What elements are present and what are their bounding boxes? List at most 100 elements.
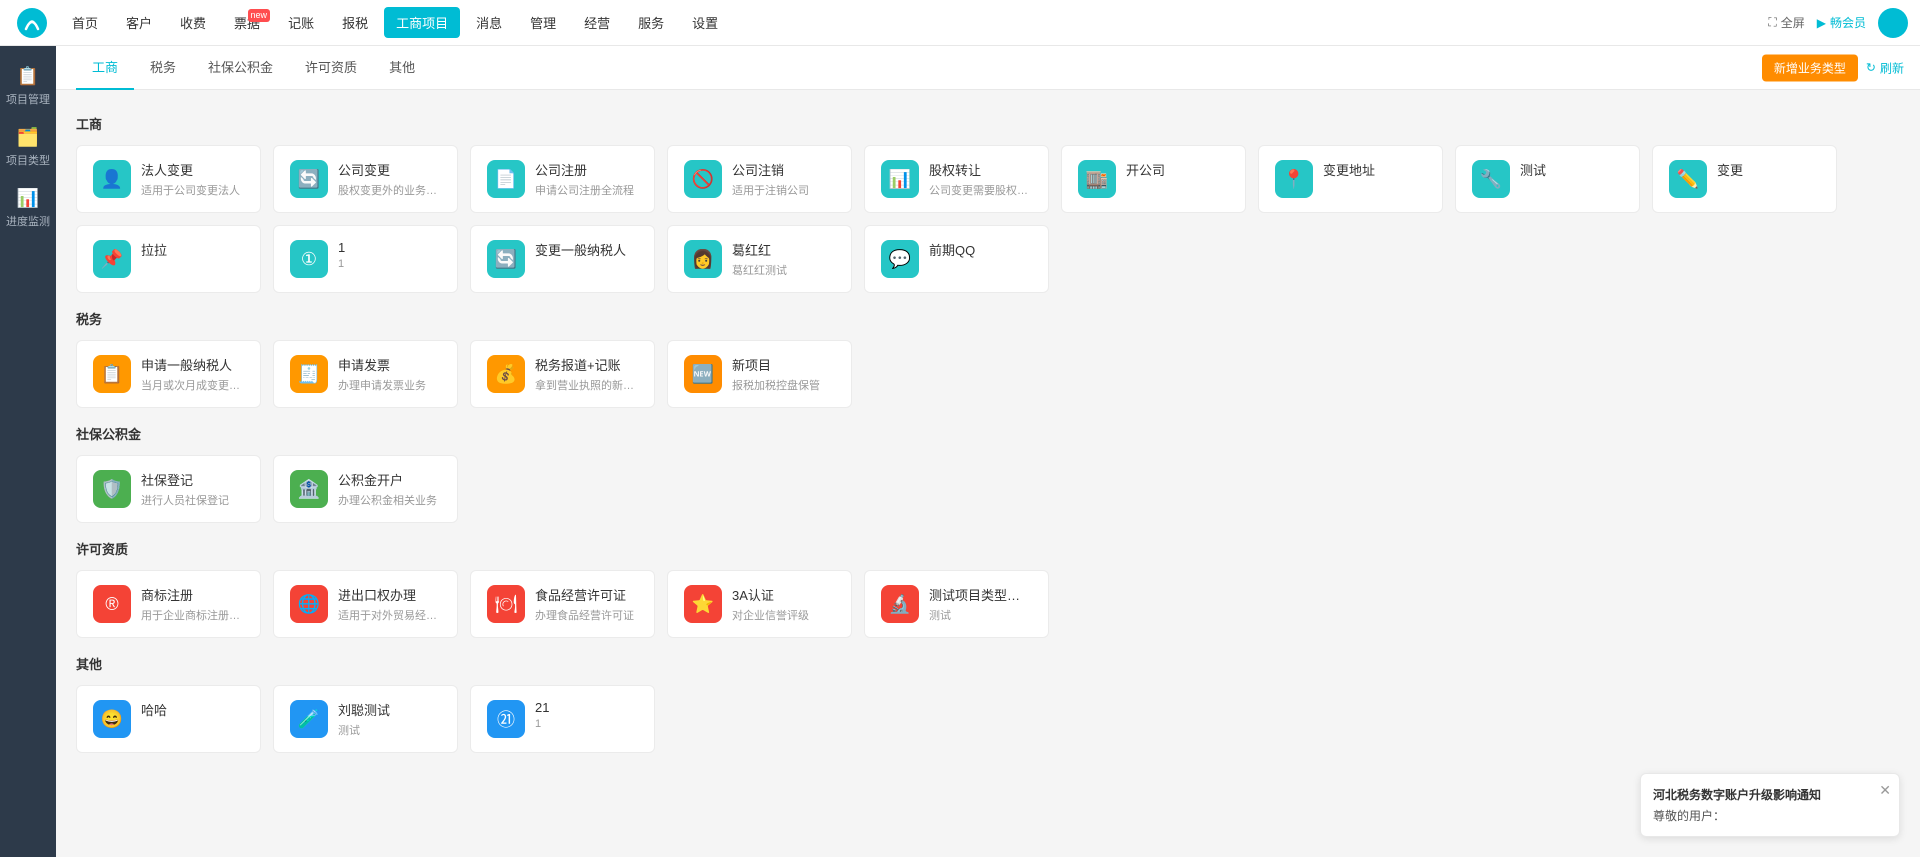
card-item[interactable]: 💰 税务报道+记账 拿到营业执照的新公司 xyxy=(470,340,655,408)
tab-other[interactable]: 其他 xyxy=(373,45,431,90)
section-title-gongshang: 工商 xyxy=(76,114,1900,133)
card-item[interactable]: ✏️ 变更 xyxy=(1652,145,1837,213)
card-item[interactable]: 🚫 公司注销 适用于注销公司 xyxy=(667,145,852,213)
sidebar-item-project-manage[interactable]: 📋 项目管理 xyxy=(0,56,56,117)
refresh-button[interactable]: ↻ 刷新 xyxy=(1866,54,1904,81)
nav-operate[interactable]: 经营 xyxy=(572,7,622,38)
card-desc: 股权变更外的业务变更 xyxy=(338,182,441,198)
card-item[interactable]: 🧪 刘聪测试 测试 xyxy=(273,685,458,753)
card-desc: 葛红红测试 xyxy=(732,262,835,278)
card-item[interactable]: 📍 变更地址 xyxy=(1258,145,1443,213)
card-item[interactable]: 🔄 公司变更 股权变更外的业务变更 xyxy=(273,145,458,213)
nav-invoice[interactable]: 票据 new xyxy=(222,7,272,38)
card-text: 变更地址 xyxy=(1323,160,1426,182)
top-nav-right: ⛶ 全屏 ▶ 畅会员 xyxy=(1768,8,1908,38)
card-item[interactable]: 🏬 开公司 xyxy=(1061,145,1246,213)
card-desc: 用于企业商标注册服务 xyxy=(141,607,244,623)
card-text: 葛红红 葛红红测试 xyxy=(732,240,835,278)
user-avatar[interactable] xyxy=(1878,8,1908,38)
card-item[interactable]: ® 商标注册 用于企业商标注册服务 xyxy=(76,570,261,638)
card-desc: 办理申请发票业务 xyxy=(338,377,441,393)
card-item[interactable]: 🧾 申请发票 办理申请发票业务 xyxy=(273,340,458,408)
card-icon: 💰 xyxy=(487,355,525,393)
card-item[interactable]: 👩 葛红红 葛红红测试 xyxy=(667,225,852,293)
card-text: 法人变更 适用于公司变更法人 xyxy=(141,160,244,198)
card-item[interactable]: 🔬 测试项目类型目定义 测试 xyxy=(864,570,1049,638)
card-item[interactable]: 💬 前期QQ xyxy=(864,225,1049,293)
nav-settings[interactable]: 设置 xyxy=(680,7,730,38)
add-type-button[interactable]: 新增业务类型 xyxy=(1762,54,1858,81)
card-title: 公司注册 xyxy=(535,160,638,179)
card-desc: 报税加税控盘保管 xyxy=(732,377,835,393)
nav-payment[interactable]: 收费 xyxy=(168,7,218,38)
card-item[interactable]: 📊 股权转让 公司变更需要股权转让 xyxy=(864,145,1049,213)
card-icon: 🔄 xyxy=(487,240,525,278)
card-desc: 当月或次月成变更完成 xyxy=(141,377,244,393)
tab-xuke[interactable]: 许可资质 xyxy=(289,45,373,90)
tab-shebao[interactable]: 社保公积金 xyxy=(192,45,289,90)
nav-service[interactable]: 服务 xyxy=(626,7,676,38)
main-content: 工商 税务 社保公积金 许可资质 其他 新增业务类型 ↻ 刷新 工商 👤 法人变… xyxy=(56,46,1920,857)
fullscreen-icon: ⛶ xyxy=(1768,15,1776,30)
nav-home[interactable]: 首页 xyxy=(60,7,110,38)
card-title: 哈哈 xyxy=(141,700,244,719)
top-navigation: 首页 客户 收费 票据 new 记账 报税 工商项目 消息 管理 经营 服务 设… xyxy=(0,0,1920,46)
project-type-icon: 🗂️ xyxy=(17,127,39,148)
card-text: 税务报道+记账 拿到营业执照的新公司 xyxy=(535,355,638,393)
card-item[interactable]: 🌐 进出口权办理 适用于对外贸易经营者 xyxy=(273,570,458,638)
card-text: 食品经营许可证 办理食品经营许可证 xyxy=(535,585,638,623)
notification-close[interactable]: ✕ xyxy=(1879,782,1891,799)
card-title: 测试 xyxy=(1520,160,1623,179)
tab-gongshang[interactable]: 工商 xyxy=(76,45,134,90)
card-title: 葛红红 xyxy=(732,240,835,259)
nav-tax[interactable]: 报税 xyxy=(330,7,380,38)
nav-customer[interactable]: 客户 xyxy=(114,7,164,38)
card-item[interactable]: 😄 哈哈 xyxy=(76,685,261,753)
nav-message[interactable]: 消息 xyxy=(464,7,514,38)
card-icon: ㉑ xyxy=(487,700,525,738)
card-text: 新项目 报税加税控盘保管 xyxy=(732,355,835,393)
card-item[interactable]: 👤 法人变更 适用于公司变更法人 xyxy=(76,145,261,213)
card-text: 公积金开户 办理公积金相关业务 xyxy=(338,470,441,508)
card-text: 商标注册 用于企业商标注册服务 xyxy=(141,585,244,623)
card-desc: 拿到营业执照的新公司 xyxy=(535,377,638,393)
app-logo[interactable] xyxy=(12,5,52,41)
card-text: 申请发票 办理申请发票业务 xyxy=(338,355,441,393)
card-item[interactable]: 📌 拉拉 xyxy=(76,225,261,293)
card-icon: 📍 xyxy=(1275,160,1313,198)
card-item[interactable]: ① 1 1 xyxy=(273,225,458,293)
card-item[interactable]: 🆕 新项目 报税加税控盘保管 xyxy=(667,340,852,408)
notification-content: 尊敬的用户： xyxy=(1653,807,1887,824)
card-item[interactable]: 🔄 变更一般纳税人 xyxy=(470,225,655,293)
card-text: 公司变更 股权变更外的业务变更 xyxy=(338,160,441,198)
sidebar-item-progress[interactable]: 📊 进度监测 xyxy=(0,178,56,239)
fullscreen-button[interactable]: ⛶ 全屏 xyxy=(1768,14,1804,31)
tab-shuiwu[interactable]: 税务 xyxy=(134,45,192,90)
card-item[interactable]: 📋 申请一般纳税人 当月或次月成变更完成 xyxy=(76,340,261,408)
card-icon: 🔄 xyxy=(290,160,328,198)
card-item[interactable]: 🏦 公积金开户 办理公积金相关业务 xyxy=(273,455,458,523)
sidebar-item-project-type[interactable]: 🗂️ 项目类型 xyxy=(0,117,56,178)
nav-manage[interactable]: 管理 xyxy=(518,7,568,38)
card-item[interactable]: 📄 公司注册 申请公司注册全流程 xyxy=(470,145,655,213)
card-item[interactable]: 🛡️ 社保登记 进行人员社保登记 xyxy=(76,455,261,523)
card-item[interactable]: 🔧 测试 xyxy=(1455,145,1640,213)
card-desc: 公司变更需要股权转让 xyxy=(929,182,1032,198)
card-text: 前期QQ xyxy=(929,240,1032,262)
card-text: 21 1 xyxy=(535,700,638,730)
nav-accounting[interactable]: 记账 xyxy=(276,7,326,38)
card-title: 拉拉 xyxy=(141,240,244,259)
card-title: 1 xyxy=(338,240,441,255)
card-item[interactable]: ⭐ 3A认证 对企业信誉评级 xyxy=(667,570,852,638)
nav-business[interactable]: 工商项目 xyxy=(384,7,460,38)
card-desc: 申请公司注册全流程 xyxy=(535,182,638,198)
card-icon: 🔧 xyxy=(1472,160,1510,198)
card-title: 公积金开户 xyxy=(338,470,441,489)
member-button[interactable]: ▶ 畅会员 xyxy=(1817,14,1866,31)
nav-items: 首页 客户 收费 票据 new 记账 报税 工商项目 消息 管理 经营 服务 设… xyxy=(60,7,1768,38)
sidebar: 📋 项目管理 🗂️ 项目类型 📊 进度监测 xyxy=(0,46,56,857)
card-item[interactable]: ㉑ 21 1 xyxy=(470,685,655,753)
card-item[interactable]: 🍽 食品经营许可证 办理食品经营许可证 xyxy=(470,570,655,638)
card-title: 测试项目类型目定义 xyxy=(929,585,1032,604)
progress-icon: 📊 xyxy=(17,188,39,209)
